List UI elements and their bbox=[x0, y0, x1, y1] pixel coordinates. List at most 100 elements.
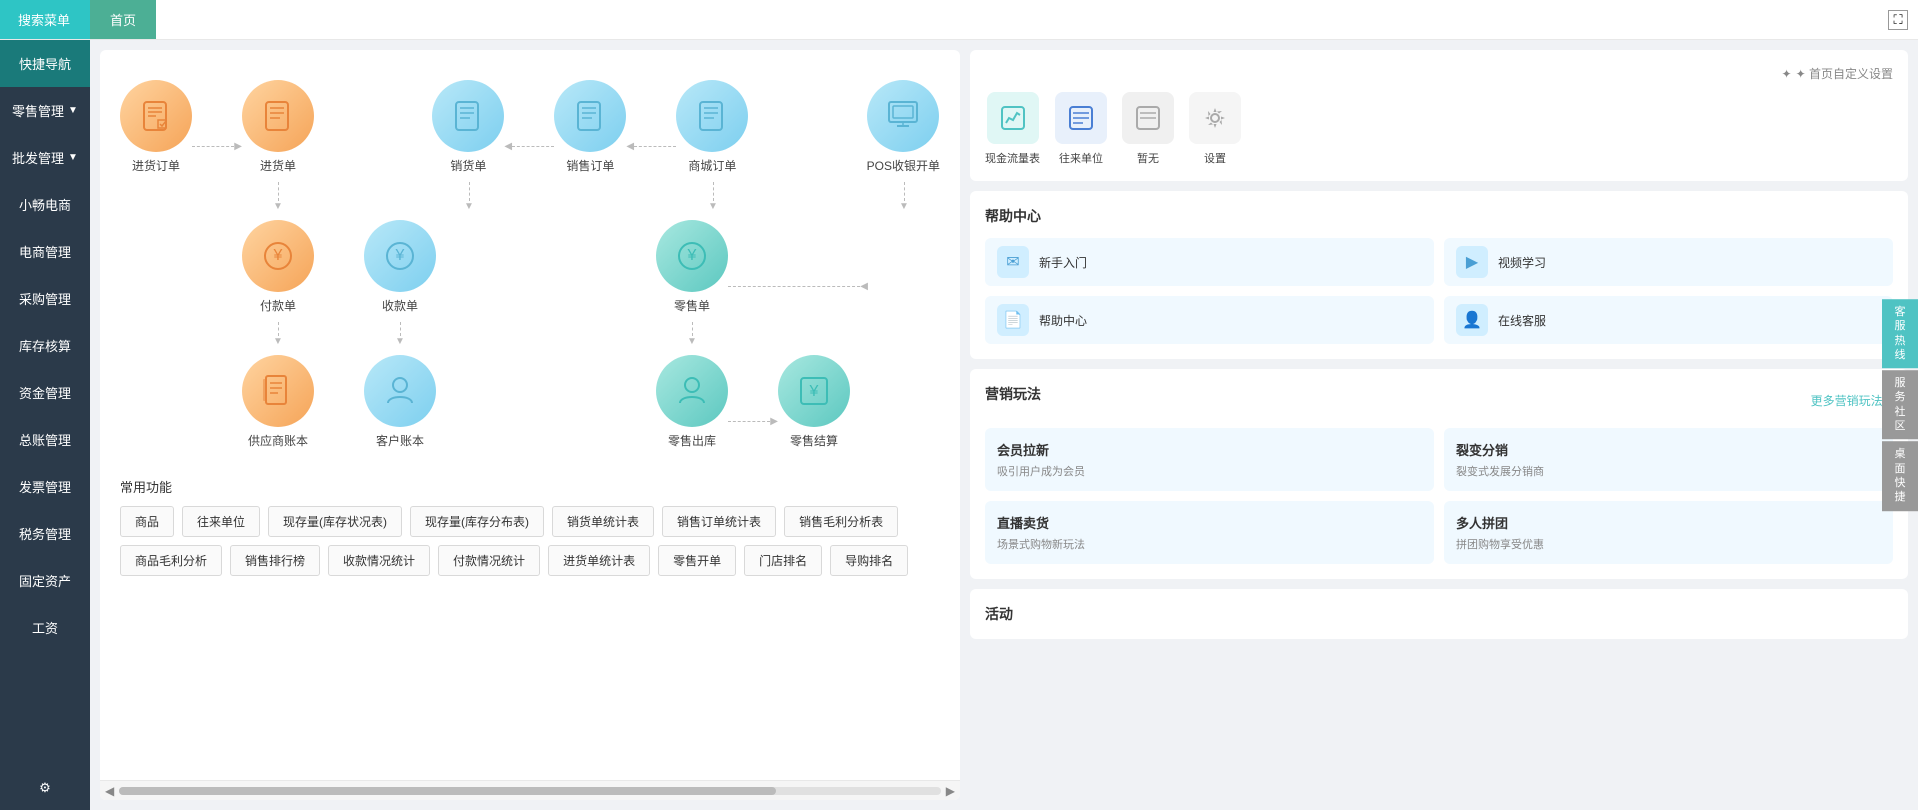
qa-item-contacts[interactable]: 往来单位 bbox=[1055, 92, 1107, 166]
func-btn-payment-stat[interactable]: 付款情况统计 bbox=[438, 545, 540, 576]
qa-item-none[interactable]: 暂无 bbox=[1122, 92, 1174, 166]
func-btn-sales-rank[interactable]: 销售排行榜 bbox=[230, 545, 320, 576]
flow-node-receipt[interactable]: ¥ 收款单 bbox=[364, 220, 436, 314]
payment-label: 付款单 bbox=[260, 297, 296, 314]
sidebar-item-quicknav[interactable]: 快捷导航 bbox=[0, 40, 90, 87]
func-grid: 商品 往来单位 现存量(库存状况表) 现存量(库存分布表) 销货单统计表 销售订… bbox=[120, 506, 940, 576]
pos-label: POS收银开单 bbox=[867, 157, 940, 174]
live-title: 直播卖货 bbox=[997, 513, 1422, 532]
purchase-order-icon bbox=[120, 80, 192, 152]
receipt-label: 收款单 bbox=[382, 297, 418, 314]
tab-home[interactable]: 首页 bbox=[90, 0, 156, 39]
marketing-item-member[interactable]: 会员拉新 吸引用户成为会员 bbox=[985, 428, 1434, 491]
common-func-section: 常用功能 商品 往来单位 现存量(库存状况表) 现存量(库存分布表) 销货单统计… bbox=[120, 477, 940, 576]
func-btn-contacts[interactable]: 往来单位 bbox=[182, 506, 260, 537]
fullscreen-button[interactable]: ⛶ bbox=[1888, 10, 1908, 30]
scroll-right-arrow[interactable]: ▶ bbox=[946, 784, 955, 798]
float-btn-desktop[interactable]: 桌面快捷 bbox=[1882, 442, 1918, 511]
marketing-item-group[interactable]: 多人拼团 拼团购物享受优惠 bbox=[1444, 501, 1893, 564]
sidebar-item-tax[interactable]: 税务管理 bbox=[0, 510, 90, 557]
supplier-ledger-icon bbox=[242, 355, 314, 427]
func-btn-store-rank[interactable]: 门店排名 bbox=[744, 545, 822, 576]
mall-order-label: 商城订单 bbox=[688, 157, 736, 174]
help-label: 帮助中心 bbox=[1039, 312, 1087, 329]
flow-node-payment[interactable]: ¥ 付款单 bbox=[242, 220, 314, 314]
flow-node-mall-order[interactable]: 商城订单 bbox=[676, 80, 748, 174]
func-btn-sales-stat[interactable]: 销货单统计表 bbox=[552, 506, 654, 537]
svg-text:¥: ¥ bbox=[395, 247, 405, 264]
sidebar-item-inventory[interactable]: 库存核算 bbox=[0, 322, 90, 369]
flow-node-purchase-order[interactable]: 进货订单 bbox=[120, 80, 192, 174]
sidebar-item-invoice[interactable]: 发票管理 bbox=[0, 463, 90, 510]
flow-node-sales[interactable]: 销货单 bbox=[432, 80, 504, 174]
func-btn-retail-order[interactable]: 零售开单 bbox=[658, 545, 736, 576]
sidebar-item-assets[interactable]: 固定资产 bbox=[0, 557, 90, 604]
func-btn-stock-dist[interactable]: 现存量(库存分布表) bbox=[410, 506, 544, 537]
fission-title: 裂变分销 bbox=[1456, 440, 1881, 459]
customize-label[interactable]: ✦ 首页自定义设置 bbox=[1796, 65, 1893, 82]
qa-item-cashflow[interactable]: 现金流量表 bbox=[985, 92, 1040, 166]
settings-icon bbox=[1189, 92, 1241, 144]
group-title: 多人拼团 bbox=[1456, 513, 1881, 532]
cashflow-icon bbox=[987, 92, 1039, 144]
sidebar-item-ledger[interactable]: 总账管理 bbox=[0, 416, 90, 463]
sidebar-item-salary[interactable]: 工资 bbox=[0, 604, 90, 651]
beginner-label: 新手入门 bbox=[1039, 254, 1087, 271]
flow-node-customer-ledger[interactable]: 客户账本 bbox=[364, 355, 436, 449]
pos-icon bbox=[867, 80, 939, 152]
float-btn-service[interactable]: 客服热线 bbox=[1882, 299, 1918, 368]
sales-icon bbox=[432, 80, 504, 152]
func-btn-gross-goods[interactable]: 商品毛利分析 bbox=[120, 545, 222, 576]
flow-node-purchase[interactable]: 进货单 bbox=[242, 80, 314, 174]
purchase-label: 进货单 bbox=[260, 157, 296, 174]
float-right-buttons: 客服热线 服务社区 桌面快捷 bbox=[1882, 299, 1918, 511]
float-btn-community[interactable]: 服务社区 bbox=[1882, 370, 1918, 439]
payment-icon: ¥ bbox=[242, 220, 314, 292]
marketing-item-live[interactable]: 直播卖货 场景式购物新玩法 bbox=[985, 501, 1434, 564]
sidebar-settings-btn[interactable]: ⚙ bbox=[0, 766, 90, 810]
sidebar-item-finance[interactable]: 资金管理 bbox=[0, 369, 90, 416]
func-btn-receipt-stat[interactable]: 收款情况统计 bbox=[328, 545, 430, 576]
marketing-title: 营销玩法 bbox=[985, 384, 1041, 404]
help-item-online[interactable]: 👤 在线客服 bbox=[1444, 296, 1893, 344]
func-btn-stock-status[interactable]: 现存量(库存状况表) bbox=[268, 506, 402, 537]
flow-node-supplier-ledger[interactable]: 供应商账本 bbox=[242, 355, 314, 449]
none-icon bbox=[1122, 92, 1174, 144]
retail-settlement-icon: ¥ bbox=[778, 355, 850, 427]
flow-node-retail-out[interactable]: 零售出库 bbox=[656, 355, 728, 449]
sidebar-item-purchase[interactable]: 采购管理 bbox=[0, 275, 90, 322]
supplier-ledger-label: 供应商账本 bbox=[248, 432, 308, 449]
flow-node-pos[interactable]: POS收银开单 bbox=[867, 80, 940, 174]
top-bar: 搜索菜单 首页 ⛶ bbox=[0, 0, 1918, 40]
main-layout: 快捷导航 零售管理 ▼ 批发管理 ▼ 小畅电商 电商管理 采购管理 库存核算 资… bbox=[0, 40, 1918, 810]
sidebar-item-ecommerce[interactable]: 小畅电商 bbox=[0, 181, 90, 228]
flow-node-sales-order[interactable]: 销售订单 bbox=[554, 80, 626, 174]
customer-ledger-label: 客户账本 bbox=[376, 432, 424, 449]
func-btn-guide-rank[interactable]: 导购排名 bbox=[830, 545, 908, 576]
func-btn-goods[interactable]: 商品 bbox=[120, 506, 174, 537]
customer-ledger-icon bbox=[364, 355, 436, 427]
flow-node-retail-bill[interactable]: ¥ 零售单 bbox=[656, 220, 728, 314]
sidebar-item-ecom-mgmt[interactable]: 电商管理 bbox=[0, 228, 90, 275]
func-btn-purchase-stat[interactable]: 进货单统计表 bbox=[548, 545, 650, 576]
help-item-video[interactable]: ▶ 视频学习 bbox=[1444, 238, 1893, 286]
search-menu-btn[interactable]: 搜索菜单 bbox=[0, 0, 90, 39]
flow-node-retail-settlement[interactable]: ¥ 零售结算 bbox=[778, 355, 850, 449]
sales-order-label: 销售订单 bbox=[566, 157, 614, 174]
func-btn-gross-sales[interactable]: 销售毛利分析表 bbox=[784, 506, 898, 537]
help-item-beginner[interactable]: ✉ 新手入门 bbox=[985, 238, 1434, 286]
func-btn-sales-order-stat[interactable]: 销售订单统计表 bbox=[662, 506, 776, 537]
sidebar-item-wholesale[interactable]: 批发管理 ▼ bbox=[0, 134, 90, 181]
gear-icon: ⚙ bbox=[39, 780, 51, 795]
sidebar-item-retail[interactable]: 零售管理 ▼ bbox=[0, 87, 90, 134]
more-marketing-link[interactable]: 更多营销玩法 > bbox=[1811, 392, 1893, 409]
quick-access-icons: 现金流量表 往来单位 暂无 bbox=[985, 92, 1893, 166]
scroll-left-arrow[interactable]: ◀ bbox=[105, 784, 114, 798]
fission-desc: 裂变式发展分销商 bbox=[1456, 463, 1881, 479]
qa-item-settings[interactable]: 设置 bbox=[1189, 92, 1241, 166]
help-center-section: 帮助中心 ✉ 新手入门 ▶ 视频学习 📄 帮助中心 👤 bbox=[970, 191, 1908, 359]
help-item-help[interactable]: 📄 帮助中心 bbox=[985, 296, 1434, 344]
horizontal-scrollbar[interactable]: ◀ ▶ bbox=[100, 780, 960, 800]
marketing-item-fission[interactable]: 裂变分销 裂变式发展分销商 bbox=[1444, 428, 1893, 491]
quick-access-section: ✦ ✦ 首页自定义设置 现金流量表 往来单位 bbox=[970, 50, 1908, 181]
